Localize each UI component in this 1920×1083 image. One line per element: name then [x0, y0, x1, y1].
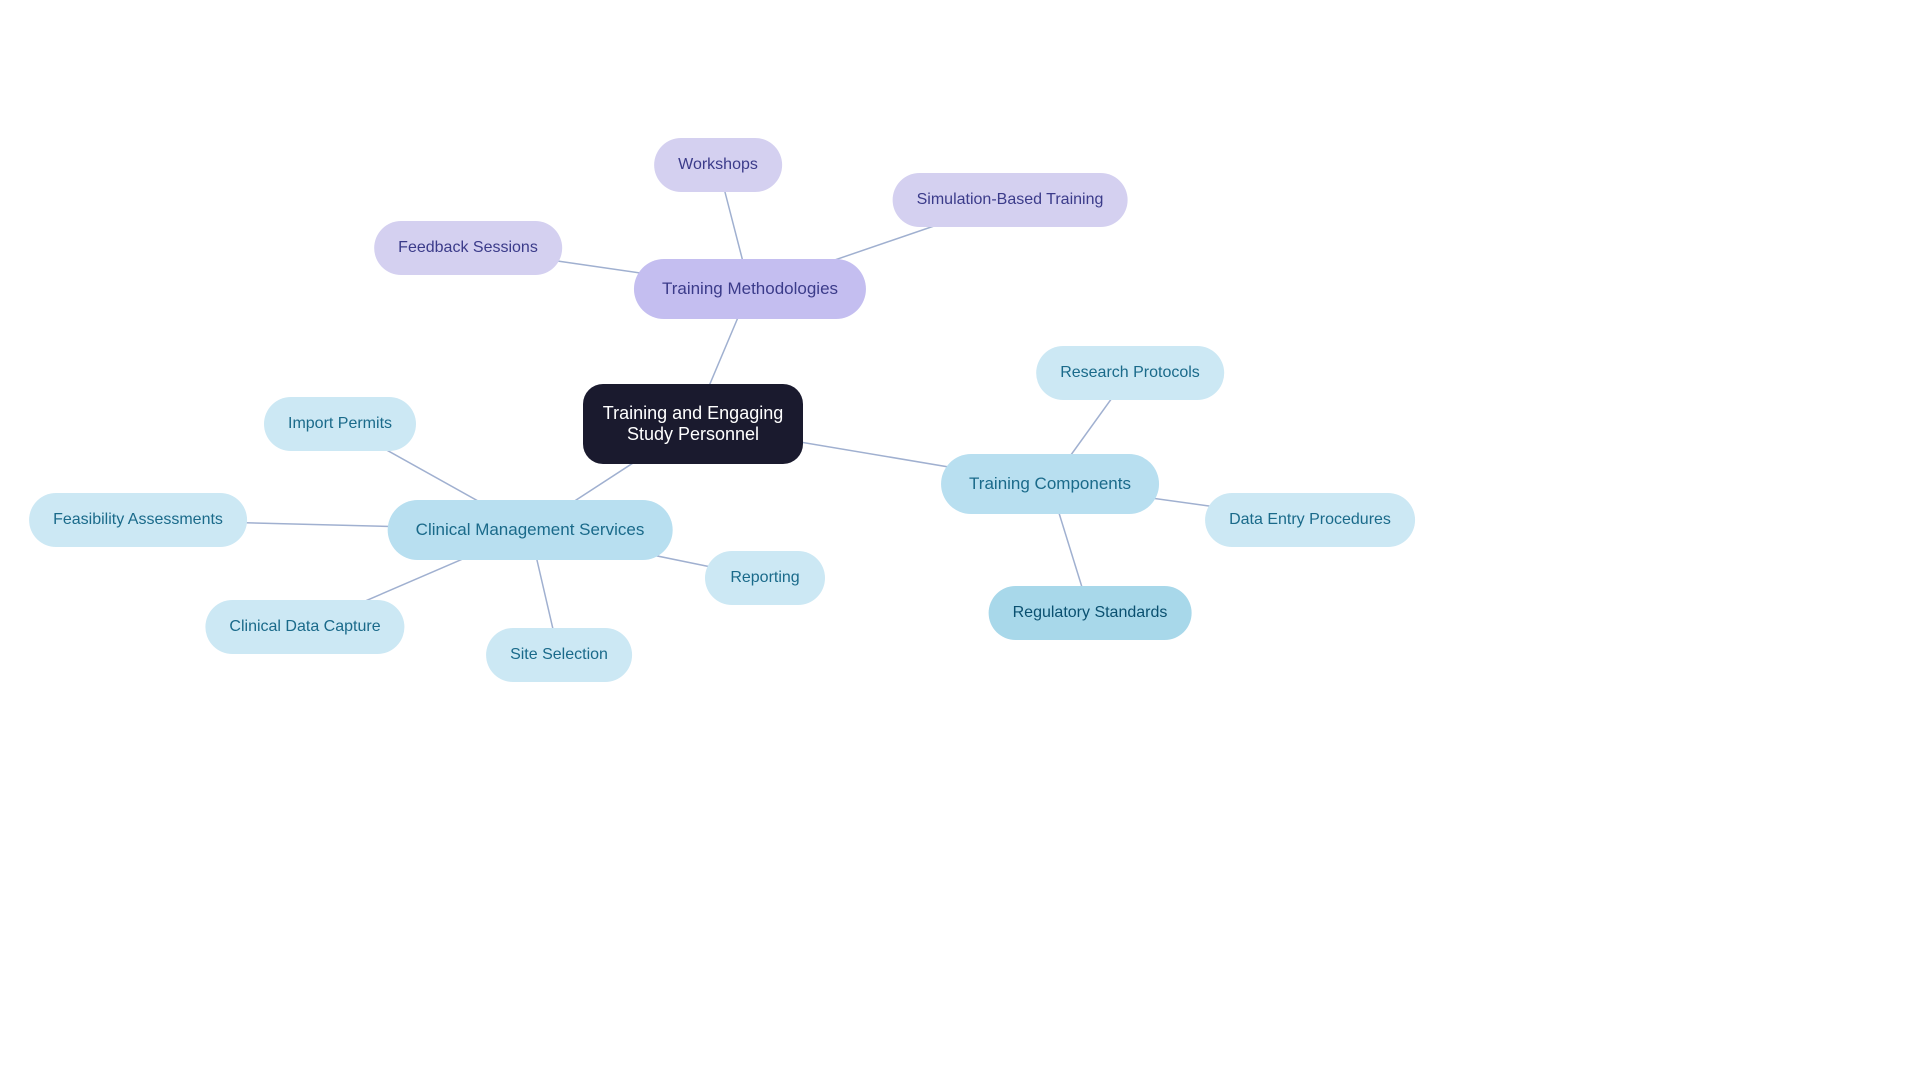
node-workshops[interactable]: Workshops [654, 138, 782, 192]
node-clinical-data-capture[interactable]: Clinical Data Capture [205, 600, 404, 654]
mindmap-container: Training and Engaging Study Personnel Tr… [0, 0, 1920, 1083]
node-import-permits[interactable]: Import Permits [264, 397, 416, 451]
node-clinical-management-services[interactable]: Clinical Management Services [388, 500, 673, 560]
node-data-entry-procedures[interactable]: Data Entry Procedures [1205, 493, 1415, 547]
node-feedback-sessions[interactable]: Feedback Sessions [374, 221, 562, 275]
node-training-components[interactable]: Training Components [941, 454, 1159, 514]
center-node[interactable]: Training and Engaging Study Personnel [583, 384, 803, 464]
node-reporting[interactable]: Reporting [705, 551, 825, 605]
node-training-methodologies[interactable]: Training Methodologies [634, 259, 866, 319]
node-feasibility-assessments[interactable]: Feasibility Assessments [29, 493, 247, 547]
node-site-selection[interactable]: Site Selection [486, 628, 632, 682]
node-simulation-based-training[interactable]: Simulation-Based Training [893, 173, 1128, 227]
node-regulatory-standards[interactable]: Regulatory Standards [989, 586, 1192, 640]
connection-lines [0, 0, 1920, 1083]
node-research-protocols[interactable]: Research Protocols [1036, 346, 1224, 400]
